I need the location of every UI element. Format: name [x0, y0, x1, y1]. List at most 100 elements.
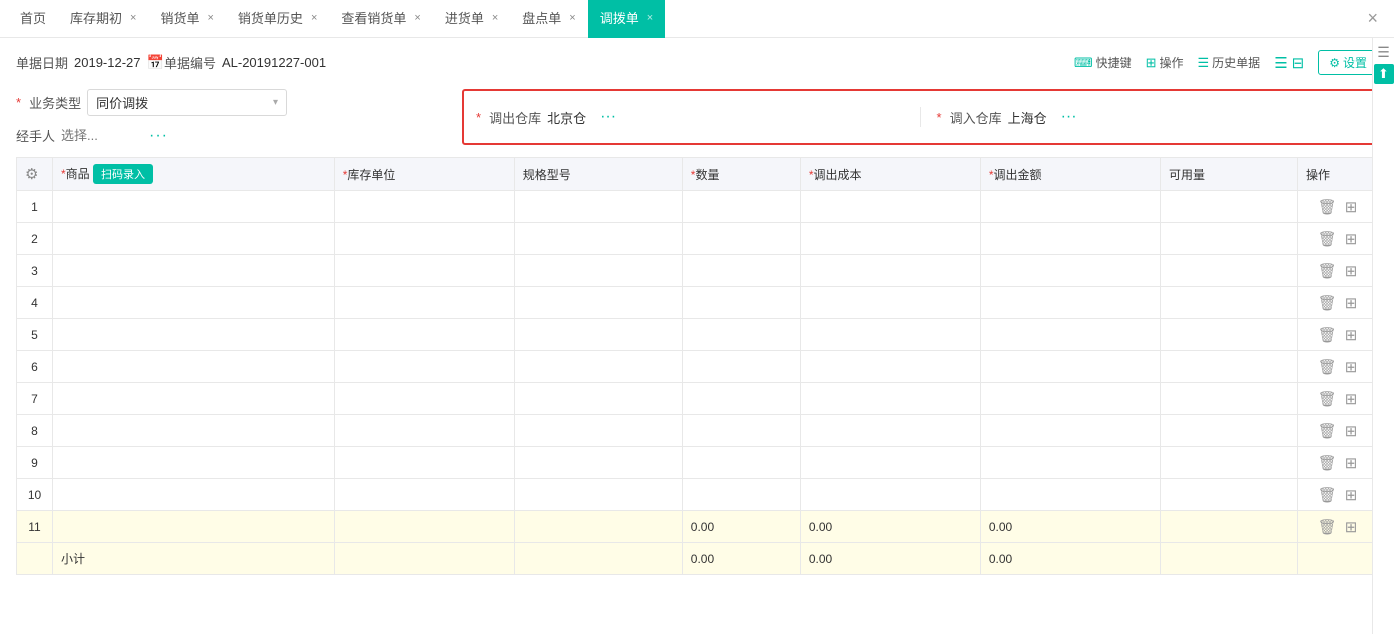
row-spec-9[interactable]: [514, 447, 682, 479]
delete-icon-8[interactable]: 🗑: [1318, 422, 1337, 440]
tab-purchase[interactable]: 进货单 ×: [433, 0, 510, 38]
copy-icon-1[interactable]: ⊞: [1345, 198, 1358, 216]
close-tab-3[interactable]: ×: [311, 12, 317, 24]
shortcut-action[interactable]: ⌨ 快捷键: [1074, 54, 1132, 71]
sidebar-note-icon[interactable]: ☰: [1374, 42, 1394, 62]
row-spec-7[interactable]: [514, 383, 682, 415]
row-amount-1[interactable]: [980, 191, 1160, 223]
row-spec-3[interactable]: [514, 255, 682, 287]
row-cost-2[interactable]: [800, 223, 980, 255]
table-settings-icon[interactable]: ⚙: [25, 166, 38, 183]
row-unit-2[interactable]: [334, 223, 514, 255]
row-amount-3[interactable]: [980, 255, 1160, 287]
delete-icon-10[interactable]: 🗑: [1318, 486, 1337, 504]
row-cost-1[interactable]: [800, 191, 980, 223]
row-amount-5[interactable]: [980, 319, 1160, 351]
row-unit-8[interactable]: [334, 415, 514, 447]
row-unit-3[interactable]: [334, 255, 514, 287]
delete-icon-9[interactable]: 🗑: [1318, 454, 1337, 472]
row-available-4[interactable]: [1160, 287, 1297, 319]
row-qty-8[interactable]: [682, 415, 800, 447]
row-product-4[interactable]: [53, 287, 335, 319]
delete-icon-2[interactable]: 🗑: [1318, 230, 1337, 248]
tab-inventory[interactable]: 盘点单 ×: [510, 0, 587, 38]
copy-icon-7[interactable]: ⊞: [1345, 390, 1358, 408]
row-product-3[interactable]: [53, 255, 335, 287]
tab-view-sales[interactable]: 查看销货单 ×: [329, 0, 432, 38]
row-product-6[interactable]: [53, 351, 335, 383]
row-available-11[interactable]: [1160, 511, 1297, 543]
row-qty-6[interactable]: [682, 351, 800, 383]
row-amount-9[interactable]: [980, 447, 1160, 479]
row-amount-4[interactable]: [980, 287, 1160, 319]
row-product-8[interactable]: [53, 415, 335, 447]
settings-button[interactable]: ⚙ 设置: [1318, 50, 1378, 75]
row-product-5[interactable]: [53, 319, 335, 351]
row-product-7[interactable]: [53, 383, 335, 415]
copy-icon-10[interactable]: ⊞: [1345, 486, 1358, 504]
tab-inventory-init[interactable]: 库存期初 ×: [58, 0, 148, 38]
delete-icon-1[interactable]: 🗑: [1318, 198, 1337, 216]
row-qty-10[interactable]: [682, 479, 800, 511]
row-spec-2[interactable]: [514, 223, 682, 255]
copy-icon-3[interactable]: ⊞: [1345, 262, 1358, 280]
row-available-10[interactable]: [1160, 479, 1297, 511]
close-tab-4[interactable]: ×: [414, 12, 420, 24]
delete-icon-11[interactable]: 🗑: [1318, 518, 1337, 536]
row-qty-2[interactable]: [682, 223, 800, 255]
row-cost-4[interactable]: [800, 287, 980, 319]
row-product-1[interactable]: [53, 191, 335, 223]
row-cost-7[interactable]: [800, 383, 980, 415]
close-tab-2[interactable]: ×: [207, 12, 213, 24]
row-unit-9[interactable]: [334, 447, 514, 479]
calendar-icon[interactable]: 📅: [147, 54, 164, 71]
row-spec-4[interactable]: [514, 287, 682, 319]
scan-button[interactable]: 扫码录入: [93, 164, 153, 184]
row-qty-1[interactable]: [682, 191, 800, 223]
row-product-11[interactable]: [53, 511, 335, 543]
row-unit-6[interactable]: [334, 351, 514, 383]
row-available-9[interactable]: [1160, 447, 1297, 479]
row-available-6[interactable]: [1160, 351, 1297, 383]
tab-home[interactable]: 首页: [8, 0, 58, 38]
copy-icon-8[interactable]: ⊞: [1345, 422, 1358, 440]
row-cost-3[interactable]: [800, 255, 980, 287]
sidebar-share-icon[interactable]: ⬆: [1374, 64, 1394, 84]
copy-icon-11[interactable]: ⊞: [1345, 518, 1358, 536]
row-available-5[interactable]: [1160, 319, 1297, 351]
row-available-8[interactable]: [1160, 415, 1297, 447]
row-qty-5[interactable]: [682, 319, 800, 351]
row-spec-8[interactable]: [514, 415, 682, 447]
delete-icon-5[interactable]: 🗑: [1318, 326, 1337, 344]
row-cost-5[interactable]: [800, 319, 980, 351]
row-qty-7[interactable]: [682, 383, 800, 415]
row-qty-3[interactable]: [682, 255, 800, 287]
row-product-2[interactable]: [53, 223, 335, 255]
warehouse-out-more[interactable]: ···: [600, 108, 616, 126]
close-all-tabs[interactable]: ×: [1359, 8, 1386, 29]
operate-action[interactable]: ⊞ 操作: [1146, 54, 1184, 71]
row-unit-4[interactable]: [334, 287, 514, 319]
row-amount-7[interactable]: [980, 383, 1160, 415]
row-unit-5[interactable]: [334, 319, 514, 351]
row-qty-4[interactable]: [682, 287, 800, 319]
row-unit-10[interactable]: [334, 479, 514, 511]
copy-icon-6[interactable]: ⊞: [1345, 358, 1358, 376]
row-unit-7[interactable]: [334, 383, 514, 415]
layout-grid-icon[interactable]: ⊟: [1292, 54, 1305, 72]
copy-icon-9[interactable]: ⊞: [1345, 454, 1358, 472]
row-amount-8[interactable]: [980, 415, 1160, 447]
copy-icon-2[interactable]: ⊞: [1345, 230, 1358, 248]
close-tab-5[interactable]: ×: [492, 12, 498, 24]
row-amount-10[interactable]: [980, 479, 1160, 511]
row-unit-1[interactable]: [334, 191, 514, 223]
delete-icon-6[interactable]: 🗑: [1318, 358, 1337, 376]
delete-icon-4[interactable]: 🗑: [1318, 294, 1337, 312]
row-available-3[interactable]: [1160, 255, 1297, 287]
tab-sales[interactable]: 销货单 ×: [148, 0, 225, 38]
row-spec-5[interactable]: [514, 319, 682, 351]
row-spec-10[interactable]: [514, 479, 682, 511]
tab-transfer[interactable]: 调拨单 ×: [588, 0, 665, 38]
row-cost-6[interactable]: [800, 351, 980, 383]
person-input[interactable]: [61, 128, 141, 143]
